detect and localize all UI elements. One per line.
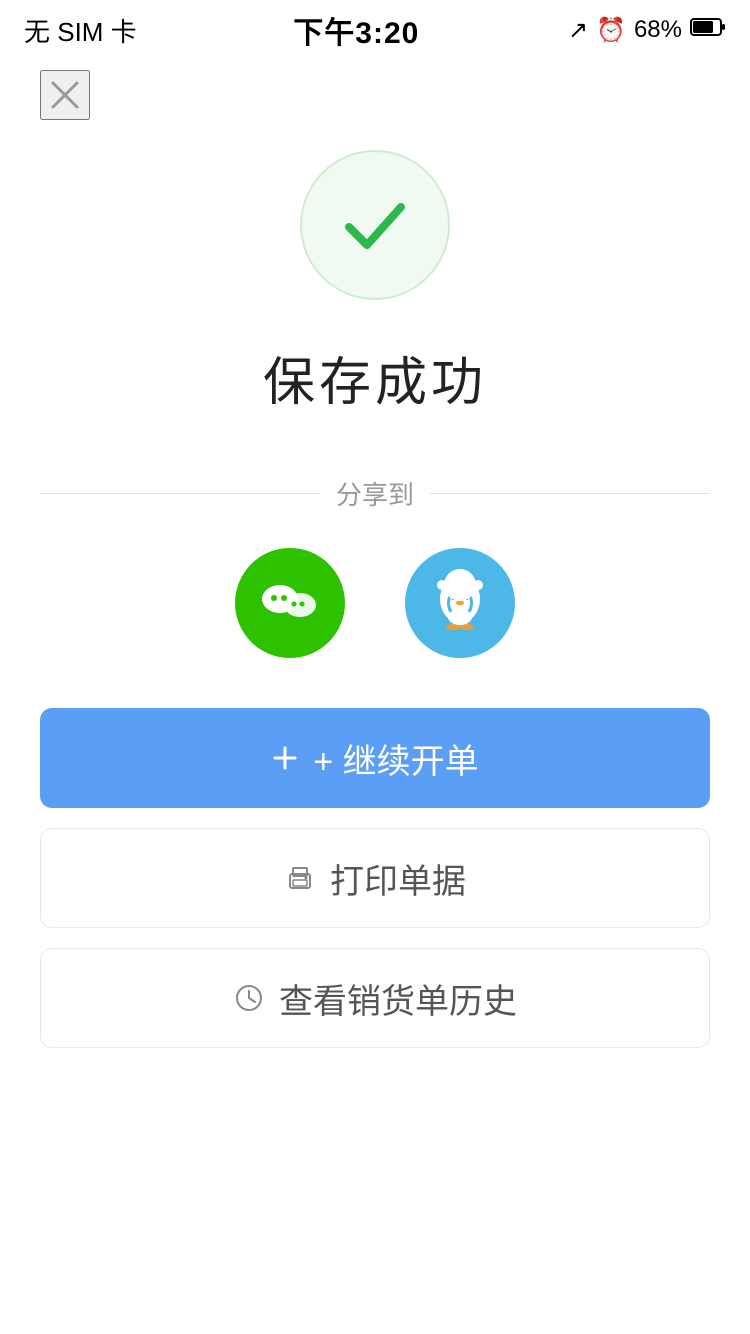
clock-icon — [233, 982, 265, 1014]
save-success-title: 保存成功 — [263, 340, 487, 415]
plus-icon — [271, 744, 299, 772]
close-button[interactable] — [40, 70, 90, 120]
divider-line-right — [430, 493, 710, 494]
history-button[interactable]: 查看销货单历史 — [40, 948, 710, 1048]
qq-share-button[interactable] — [405, 548, 515, 658]
share-divider: 分享到 — [0, 475, 750, 512]
alarm-icon: ⏰ — [596, 16, 626, 45]
status-bar: 无 SIM 卡 下午3:20 ↗ ⏰ 68% — [0, 0, 750, 60]
print-label: 打印单据 — [330, 854, 466, 903]
status-right: ↗ ⏰ 68% — [568, 16, 726, 45]
history-label: 查看销货单历史 — [279, 974, 517, 1023]
location-icon: ↗ — [568, 16, 588, 45]
carrier-label: 无 SIM 卡 — [24, 12, 137, 49]
divider-line-left — [40, 493, 320, 494]
print-button[interactable]: 打印单据 — [40, 828, 710, 928]
main-content: 保存成功 分享到 — [0, 60, 750, 1048]
printer-icon — [284, 862, 316, 894]
success-circle — [300, 150, 450, 300]
share-label: 分享到 — [336, 475, 414, 512]
battery-label: 68% — [634, 16, 682, 44]
share-section: 分享到 — [0, 475, 750, 658]
continue-order-label: + 继续开单 — [313, 734, 478, 783]
continue-order-button[interactable]: + 继续开单 — [40, 708, 710, 808]
status-time: 下午3:20 — [293, 8, 419, 52]
share-icons — [235, 548, 515, 658]
actions: + 继续开单 打印单据 查看销货单历史 — [0, 708, 750, 1048]
status-left: 无 SIM 卡 — [24, 12, 145, 49]
wechat-share-button[interactable] — [235, 548, 345, 658]
battery-icon — [690, 16, 726, 44]
